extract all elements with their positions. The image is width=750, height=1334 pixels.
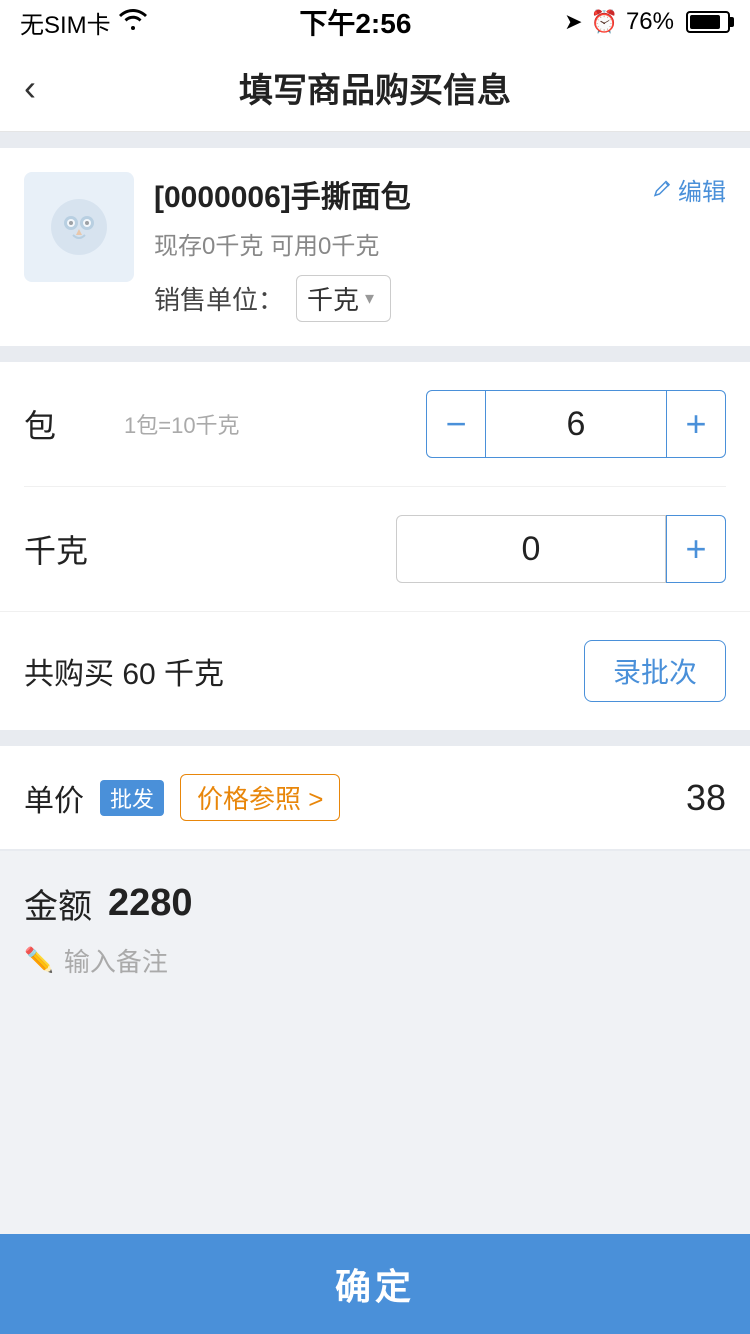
separator-2 <box>0 346 750 362</box>
status-time: 下午2:56 <box>299 2 411 42</box>
product-name: [0000006]手撕面包 <box>154 172 411 216</box>
bottom-spacer <box>0 989 750 1234</box>
confirm-bar[interactable]: 确定 <box>0 1234 750 1334</box>
confirm-label: 确定 <box>335 1258 415 1310</box>
amount-label: 金额 <box>24 879 92 928</box>
price-section: 单价 批发 价格参照 > 38 <box>0 746 750 849</box>
edit-button[interactable]: 编辑 <box>652 172 726 207</box>
bag-decrement-button[interactable]: − <box>426 390 486 458</box>
price-ref-button[interactable]: 价格参照 > <box>180 774 340 821</box>
status-left: 无SIM卡 <box>20 5 147 40</box>
carrier-label: 无SIM卡 <box>20 5 111 40</box>
status-bar: 无SIM卡 下午2:56 ➤ ⏰ 76% <box>0 0 750 44</box>
kg-stepper: + <box>396 515 726 583</box>
unit-select[interactable]: 千克 ▾ <box>296 275 391 322</box>
remark-placeholder: 输入备注 <box>64 942 168 979</box>
amount-value: 2280 <box>108 882 193 925</box>
chevron-down-icon: ▾ <box>365 288 374 309</box>
summary-row: 共购买 60 千克 录批次 <box>0 611 750 730</box>
product-unit-row: 销售单位： 千克 ▾ <box>154 275 726 322</box>
product-stock: 现存0千克 可用0千克 <box>154 226 726 261</box>
bag-sub-label: 1包=10千克 <box>124 408 406 440</box>
bag-input-row: 包 1包=10千克 − + <box>24 362 726 487</box>
unit-label: 销售单位： <box>154 280 284 317</box>
kg-input[interactable] <box>396 515 666 583</box>
amount-section: 金额 2280 ✏️ 输入备注 <box>0 851 750 989</box>
product-thumbnail <box>24 172 134 282</box>
product-info: [0000006]手撕面包 编辑 现存0千克 可用0千克 销售单位： 千克 ▾ <box>154 172 726 322</box>
price-label: 单价 <box>24 776 84 820</box>
bag-increment-button[interactable]: + <box>666 390 726 458</box>
status-right: ➤ ⏰ 76% <box>564 8 730 36</box>
separator-3 <box>0 730 750 746</box>
pencil-icon: ✏️ <box>24 946 54 975</box>
kg-label: 千克 <box>24 526 104 572</box>
kg-input-row: 千克 + <box>24 487 726 611</box>
location-icon: ➤ <box>564 9 582 35</box>
bag-label: 包 <box>24 401 104 447</box>
price-batch-tag: 批发 <box>100 780 164 816</box>
nav-bar: ‹ 填写商品购买信息 <box>0 44 750 132</box>
bag-input[interactable] <box>486 390 666 458</box>
bag-stepper: − + <box>426 390 726 458</box>
remark-row[interactable]: ✏️ 输入备注 <box>24 942 726 979</box>
wifi-icon <box>119 8 147 37</box>
back-button[interactable]: ‹ <box>24 67 36 109</box>
summary-text: 共购买 60 千克 <box>24 649 224 693</box>
battery-percent: 76% <box>626 8 674 36</box>
separator-1 <box>0 132 750 148</box>
alarm-icon: ⏰ <box>591 9 618 35</box>
battery-icon <box>686 11 730 33</box>
input-section: 包 1包=10千克 − + 千克 + <box>0 362 750 611</box>
kg-increment-button[interactable]: + <box>666 515 726 583</box>
page-title: 填写商品购买信息 <box>239 63 511 112</box>
price-value: 38 <box>686 777 726 819</box>
product-card: [0000006]手撕面包 编辑 现存0千克 可用0千克 销售单位： 千克 ▾ <box>0 148 750 346</box>
batch-button[interactable]: 录批次 <box>584 640 726 702</box>
